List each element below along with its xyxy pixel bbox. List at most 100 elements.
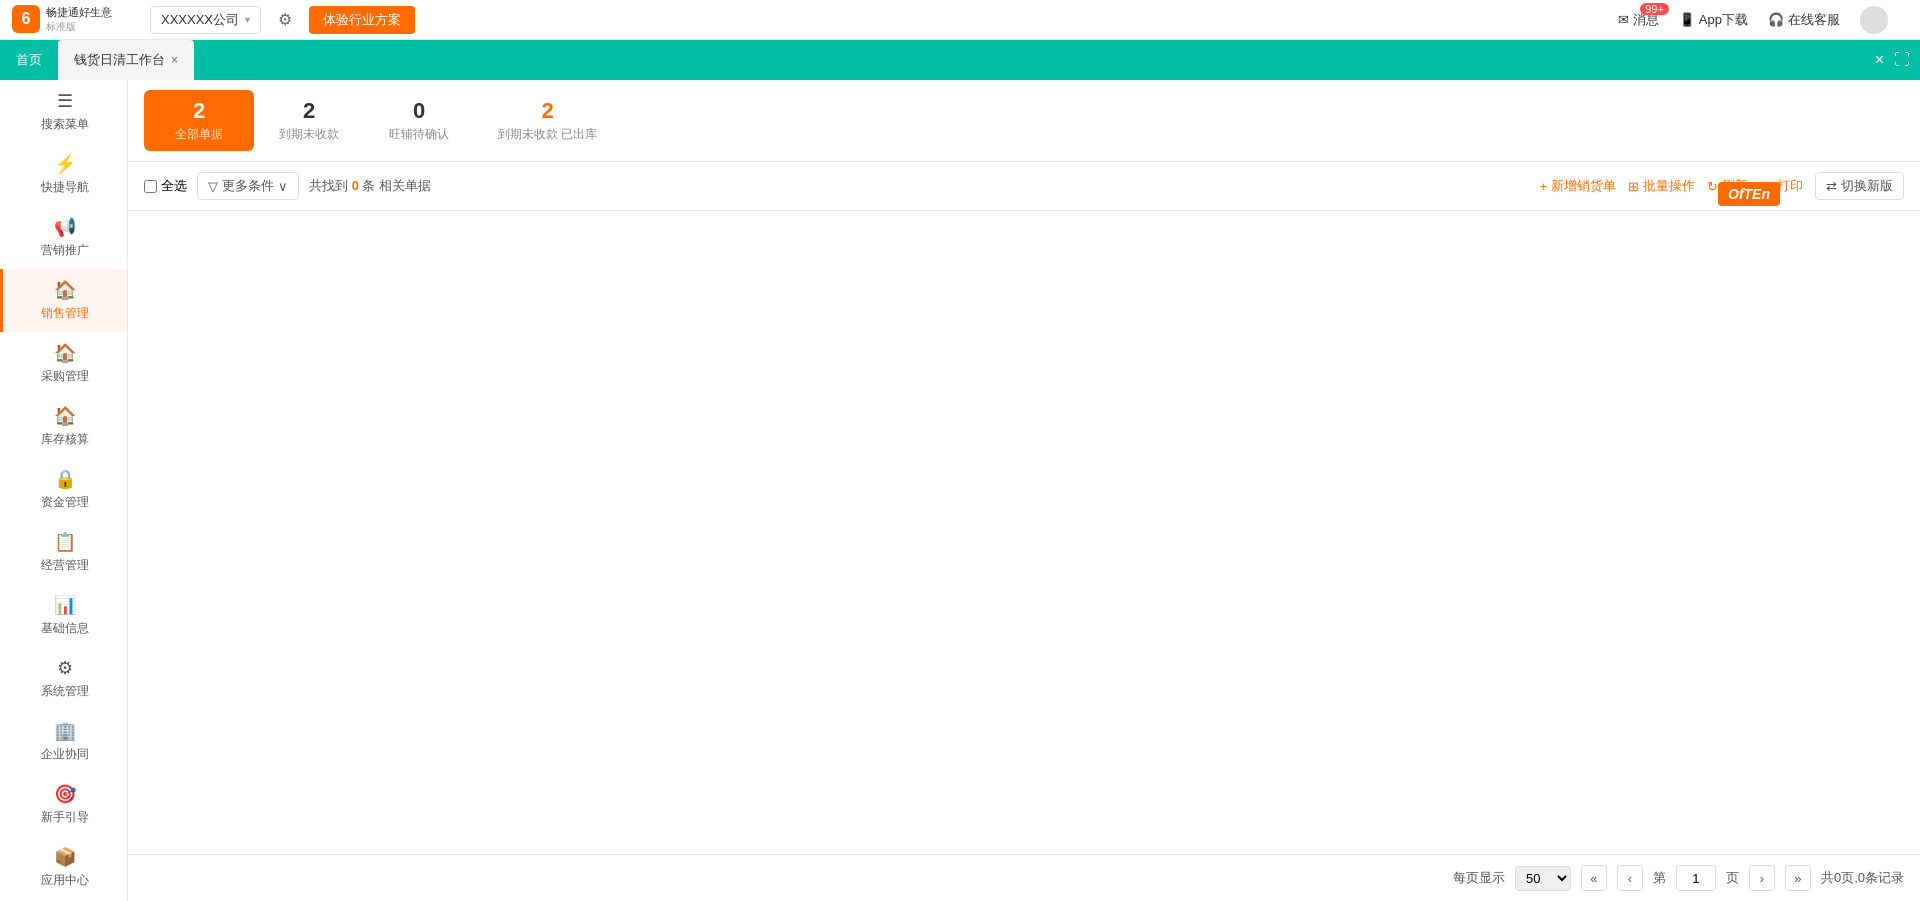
- guide-icon: 🎯: [54, 783, 76, 805]
- add-sales-order-button[interactable]: + 新增销货单: [1539, 177, 1616, 195]
- sidebar-item-marketing[interactable]: 📢 营销推广: [0, 206, 127, 269]
- page-label: 第: [1653, 869, 1666, 887]
- first-page-button[interactable]: «: [1581, 865, 1607, 891]
- stat-card-all[interactable]: 2 全部单据: [144, 90, 254, 151]
- sidebar-item-sales[interactable]: 🏠 销售管理: [0, 269, 127, 332]
- page-suffix: 页: [1726, 869, 1739, 887]
- sidebar-item-search-menu[interactable]: ☰ 搜索菜单: [0, 80, 127, 143]
- sidebar: ☰ 搜索菜单 ⚡ 快捷导航 📢 营销推广 🏠 销售管理 🏠 采购管理 🏠 库存核…: [0, 80, 128, 901]
- enterprise-icon: 🏢: [54, 720, 76, 742]
- stat-card-shipped[interactable]: 2 到期未收款 已出库: [474, 90, 621, 151]
- sidebar-label-enterprise: 企业协同: [41, 746, 89, 763]
- sidebar-item-app-center[interactable]: 📦 应用中心: [0, 836, 127, 899]
- purchase-icon: 🏠: [54, 342, 76, 364]
- switch-icon: ⇄: [1826, 179, 1837, 194]
- stat-label-pending: 旺辅待确认: [389, 126, 449, 143]
- quick-nav-icon: ⚡: [54, 153, 76, 175]
- stat-num-shipped: 2: [542, 98, 554, 124]
- avatar[interactable]: [1860, 6, 1888, 34]
- sidebar-label-finance: 资金管理: [41, 494, 89, 511]
- base-info-icon: 📊: [54, 594, 76, 616]
- add-btn-label: 新增销货单: [1551, 177, 1616, 195]
- next-page-button[interactable]: ›: [1749, 865, 1775, 891]
- sidebar-label-purchase: 采购管理: [41, 368, 89, 385]
- batch-label: 批量操作: [1643, 177, 1695, 195]
- stat-num-pending: 0: [413, 98, 425, 124]
- switch-version-button[interactable]: ⇄ 切换新版: [1815, 172, 1904, 200]
- sidebar-item-guide[interactable]: 🎯 新手引导: [0, 773, 127, 836]
- select-all-label: 全选: [161, 177, 187, 195]
- message-icon: ✉: [1618, 12, 1629, 27]
- sidebar-item-finance[interactable]: 🔒 资金管理: [0, 458, 127, 521]
- logo-icon: 6: [12, 5, 40, 33]
- sidebar-label-operation: 经营管理: [41, 557, 89, 574]
- app-download-button[interactable]: 📱 App下载: [1679, 11, 1748, 29]
- menu-icon: ☰: [57, 90, 73, 112]
- filter-button[interactable]: ▽ 更多条件 ∨: [197, 172, 299, 200]
- stat-card-pending[interactable]: 0 旺辅待确认: [364, 90, 474, 151]
- tab-home[interactable]: 首页: [0, 40, 58, 80]
- page-number-input[interactable]: [1676, 865, 1716, 891]
- add-icon: +: [1539, 179, 1547, 194]
- prev-page-button[interactable]: ‹: [1617, 865, 1643, 891]
- sidebar-label-quick-nav: 快捷导航: [41, 179, 89, 196]
- sidebar-item-purchase[interactable]: 🏠 采购管理: [0, 332, 127, 395]
- select-all-input[interactable]: [144, 180, 157, 193]
- sidebar-item-quick-nav[interactable]: ⚡ 快捷导航: [0, 143, 127, 206]
- sidebar-label-search-menu: 搜索菜单: [41, 116, 89, 133]
- tab-active[interactable]: 钱货日清工作台 ×: [58, 40, 194, 80]
- logo-name: 畅捷通好生意: [46, 5, 112, 19]
- logo-sub: 标准版: [46, 20, 112, 34]
- stat-label-all: 全部单据: [175, 126, 223, 143]
- service-icon: 🎧: [1768, 12, 1784, 27]
- tab-home-label: 首页: [16, 51, 42, 69]
- print-label: 打印: [1777, 177, 1803, 195]
- online-service-button[interactable]: 🎧 在线客服: [1768, 11, 1840, 29]
- experience-btn[interactable]: 体验行业方案: [309, 6, 415, 34]
- main-layout: ☰ 搜索菜单 ⚡ 快捷导航 📢 营销推广 🏠 销售管理 🏠 采购管理 🏠 库存核…: [0, 80, 1920, 901]
- sidebar-label-app-center: 应用中心: [41, 872, 89, 889]
- page-size-select[interactable]: 50 100 200: [1515, 866, 1571, 891]
- sidebar-item-system[interactable]: ⚙ 系统管理: [0, 647, 127, 710]
- company-select[interactable]: XXXXXX公司 ▾: [150, 6, 261, 34]
- tab-bar: 首页 钱货日清工作台 × × ⛶: [0, 40, 1920, 80]
- total-records: 共0页,0条记录: [1821, 869, 1904, 887]
- stats-row: 2 全部单据 2 到期未收款 0 旺辅待确认 2 到期未收款 已出库: [128, 80, 1920, 162]
- sidebar-item-enterprise[interactable]: 🏢 企业协同: [0, 710, 127, 773]
- sales-icon: 🏠: [54, 279, 76, 301]
- batch-icon: ⊞: [1628, 179, 1639, 194]
- tab-bar-close-icon[interactable]: ×: [1875, 51, 1884, 69]
- tab-close-icon[interactable]: ×: [171, 53, 178, 67]
- stat-label-overdue: 到期未收款: [279, 126, 339, 143]
- marketing-icon: 📢: [54, 216, 76, 238]
- filter-label: 更多条件: [222, 177, 274, 195]
- sidebar-item-base-info[interactable]: 📊 基础信息: [0, 584, 127, 647]
- content-area: 2 全部单据 2 到期未收款 0 旺辅待确认 2 到期未收款 已出库 全选: [128, 80, 1920, 901]
- batch-operation-button[interactable]: ⊞ 批量操作: [1628, 177, 1695, 195]
- found-text: 共找到 0 条 相关单据: [309, 177, 431, 195]
- company-name: XXXXXX公司: [161, 11, 239, 29]
- stat-card-overdue[interactable]: 2 到期未收款: [254, 90, 364, 151]
- filter-arrow-icon: ∨: [278, 179, 288, 194]
- toolbar: 全选 ▽ 更多条件 ∨ 共找到 0 条 相关单据 + 新增销货单 ⊞ 批量操作: [128, 162, 1920, 211]
- switch-label: 切换新版: [1841, 177, 1893, 195]
- stat-num-overdue: 2: [303, 98, 315, 124]
- message-button[interactable]: ✉ 消息 99+: [1618, 11, 1659, 29]
- sidebar-item-inventory[interactable]: 🏠 库存核算: [0, 395, 127, 458]
- tab-bar-expand-icon[interactable]: ⛶: [1894, 51, 1910, 69]
- inventory-icon: 🏠: [54, 405, 76, 427]
- system-icon: ⚙: [57, 657, 73, 679]
- refresh-icon: ↻: [1707, 179, 1718, 194]
- settings-button[interactable]: ⚙: [271, 6, 299, 34]
- last-page-button[interactable]: »: [1785, 865, 1811, 891]
- sidebar-item-operation[interactable]: 📋 经营管理: [0, 521, 127, 584]
- message-badge: 99+: [1640, 3, 1669, 15]
- sidebar-label-sales: 销售管理: [41, 305, 89, 322]
- sidebar-label-base-info: 基础信息: [41, 620, 89, 637]
- pagination: 每页显示 50 100 200 « ‹ 第 页 › » 共0页,0条记录: [128, 854, 1920, 901]
- top-header: 6 畅捷通好生意 标准版 XXXXXX公司 ▾ ⚙ 体验行业方案 ✉ 消息 99…: [0, 0, 1920, 40]
- select-all-checkbox[interactable]: 全选: [144, 177, 187, 195]
- sidebar-label-inventory: 库存核算: [41, 431, 89, 448]
- header-right: ✉ 消息 99+ 📱 App下载 🎧 在线客服: [1618, 6, 1908, 34]
- sidebar-label-system: 系统管理: [41, 683, 89, 700]
